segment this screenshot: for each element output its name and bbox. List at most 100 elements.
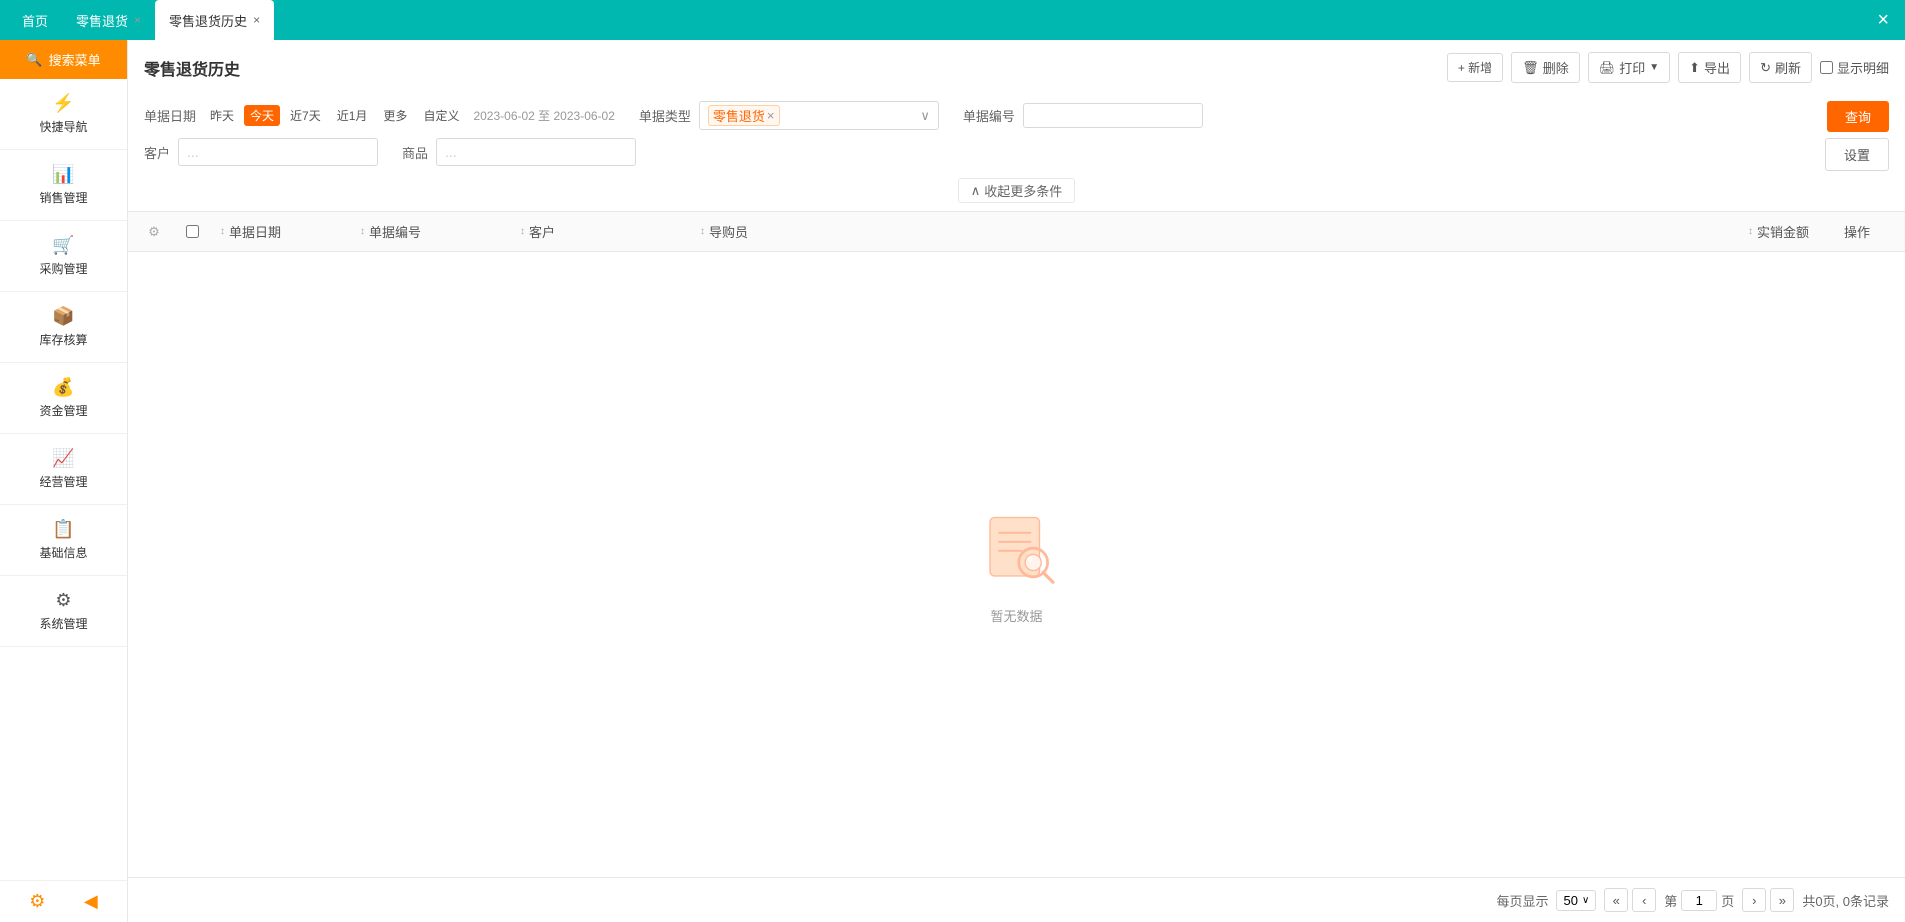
finance-icon: 💰	[52, 377, 74, 398]
doc-num-input[interactable]	[1023, 103, 1203, 128]
date-btn-custom[interactable]: 自定义	[417, 105, 465, 126]
select-all-checkbox[interactable]	[186, 225, 199, 238]
sidebar-item-label: 采购管理	[39, 260, 87, 277]
sort-icon: ↕	[360, 226, 365, 237]
sidebar-item-operation[interactable]: 📈 经营管理	[0, 434, 127, 505]
goods-input[interactable]: ...	[436, 138, 636, 166]
close-tab-retail-return-history[interactable]: ×	[253, 13, 260, 27]
collapse-icon: ∧	[971, 183, 981, 199]
sidebar-item-purchase[interactable]: 🛒 采购管理	[0, 221, 127, 292]
page-header: 零售退货历史 + 新增 🗑 删除 🖨 打印 ▼ ⬆ 导出	[128, 40, 1905, 212]
date-range: 2023-06-02 至 2023-06-02	[473, 107, 614, 124]
sidebar-item-basic-info[interactable]: 📋 基础信息	[0, 505, 127, 576]
goods-label: 商品	[402, 143, 428, 162]
col-date-label: 单据日期	[229, 222, 281, 241]
sidebar-item-finance[interactable]: 💰 资金管理	[0, 363, 127, 434]
collapse-sidebar-icon[interactable]: ◀	[84, 891, 98, 912]
tab-retail-return[interactable]: 零售退货 ×	[62, 0, 155, 40]
main-layout: 🔍 搜索菜单 ⚡ 快捷导航 📊 销售管理 🛒 采购管理 📦 库存核算 💰 资金管…	[0, 40, 1905, 922]
collapse-bar[interactable]: ∧ 收起更多条件	[144, 174, 1889, 211]
doc-num-filter-group: 单据编号	[963, 103, 1203, 128]
sidebar-item-label: 经营管理	[39, 473, 87, 490]
sidebar-item-label: 库存核算	[39, 331, 87, 348]
query-button[interactable]: 查询	[1827, 101, 1889, 132]
top-bar: 首页 零售退货 × 零售退货历史 × ×	[0, 0, 1905, 40]
sidebar-bottom: ⚙ ◀	[0, 880, 127, 922]
export-button[interactable]: ⬆ 导出	[1678, 52, 1741, 83]
refresh-icon: ↻	[1760, 60, 1771, 76]
print-button[interactable]: 🖨 打印 ▼	[1588, 52, 1670, 83]
column-settings-icon[interactable]: ⚙	[148, 224, 160, 240]
close-tab-retail-return[interactable]: ×	[134, 13, 141, 27]
date-btn-1month[interactable]: 近1月	[331, 105, 374, 126]
new-button[interactable]: + 新增	[1447, 53, 1503, 82]
doc-type-label: 单据类型	[639, 106, 691, 125]
col-settings: ⚙	[136, 224, 172, 240]
page-nav: « ‹	[1604, 888, 1656, 912]
date-btn-7days[interactable]: 近7天	[284, 105, 327, 126]
sidebar-item-inventory[interactable]: 📦 库存核算	[0, 292, 127, 363]
sidebar-item-label: 销售管理	[39, 189, 87, 206]
last-page-button[interactable]: »	[1770, 888, 1794, 912]
table-area: ⚙ ↕ 单据日期 ↕ 单据编号 ↕ 客户 ↕	[128, 212, 1905, 922]
doc-type-tag-close[interactable]: ×	[767, 108, 775, 123]
refresh-button[interactable]: ↻ 刷新	[1749, 52, 1812, 83]
sidebar-item-sales[interactable]: 📊 销售管理	[0, 150, 127, 221]
sidebar-search[interactable]: 🔍 搜索菜单	[0, 40, 127, 79]
date-btn-more[interactable]: 更多	[377, 105, 413, 126]
sort-icon: ↕	[1748, 226, 1753, 237]
col-customer-label: 客户	[529, 222, 555, 241]
total-info: 共0页, 0条记录	[1802, 891, 1889, 910]
sidebar-item-label: 资金管理	[39, 402, 87, 419]
date-btn-yesterday[interactable]: 昨天	[204, 105, 240, 126]
basic-info-icon: 📋	[52, 519, 74, 540]
page-nav-next: › »	[1742, 888, 1794, 912]
col-doc-num-label: 单据编号	[369, 222, 421, 241]
per-page-value: 50	[1563, 893, 1577, 908]
sort-icon: ↕	[700, 226, 705, 237]
date-btn-today[interactable]: 今天	[244, 105, 280, 126]
print-dropdown-icon: ▼	[1649, 62, 1659, 73]
goods-filter-group: 商品 ...	[402, 138, 636, 166]
content-area: 零售退货历史 + 新增 🗑 删除 🖨 打印 ▼ ⬆ 导出	[128, 40, 1905, 922]
window-close-button[interactable]: ×	[1869, 9, 1897, 32]
filter-area: 单据日期 昨天 今天 近7天 近1月 更多 自定义 2023-06-02 至 2…	[144, 93, 1889, 211]
date-filters: 昨天 今天 近7天 近1月 更多 自定义 2023-06-02 至 2023-0…	[204, 105, 615, 126]
next-page-button[interactable]: ›	[1742, 888, 1766, 912]
operation-icon: 📈	[52, 448, 74, 469]
pagination-bar: 每页显示 50 ∨ « ‹ 第 页 › » 共0页, 0条	[128, 877, 1905, 922]
filter-settings-button[interactable]: 设置	[1825, 138, 1889, 171]
date-label: 单据日期	[144, 106, 196, 125]
inventory-icon: 📦	[52, 306, 74, 327]
delete-button[interactable]: 🗑 删除	[1511, 52, 1580, 83]
export-icon: ⬆	[1689, 60, 1700, 76]
tab-home[interactable]: 首页	[8, 0, 62, 40]
sidebar-item-quick-nav[interactable]: ⚡ 快捷导航	[0, 79, 127, 150]
col-op: 操作	[1817, 222, 1897, 241]
sidebar-item-label: 快捷导航	[39, 118, 87, 135]
per-page-label: 每页显示	[1496, 891, 1548, 910]
collapse-button[interactable]: ∧ 收起更多条件	[958, 178, 1076, 203]
doc-type-tag: 零售退货 ×	[708, 105, 780, 126]
purchase-icon: 🛒	[52, 235, 74, 256]
page-title: 零售退货历史	[144, 56, 240, 80]
show-detail-checkbox[interactable]	[1820, 61, 1833, 74]
delete-icon: 🗑	[1522, 60, 1539, 76]
page-label: 第	[1664, 891, 1677, 910]
page-title-row: 零售退货历史 + 新增 🗑 删除 🖨 打印 ▼ ⬆ 导出	[144, 52, 1889, 83]
col-guide: ↕ 导购员	[692, 222, 842, 241]
customer-input[interactable]: ...	[178, 138, 378, 166]
prev-page-button[interactable]: ‹	[1632, 888, 1656, 912]
first-page-button[interactable]: «	[1604, 888, 1628, 912]
show-detail-checkbox-label[interactable]: 显示明细	[1820, 58, 1889, 77]
per-page-select[interactable]: 50 ∨	[1556, 890, 1596, 911]
sort-icon: ↕	[220, 226, 225, 237]
page-number-input[interactable]	[1681, 890, 1717, 911]
col-op-label: 操作	[1844, 222, 1870, 241]
sidebar-item-system[interactable]: ⚙ 系统管理	[0, 576, 127, 647]
toolbar: + 新增 🗑 删除 🖨 打印 ▼ ⬆ 导出 ↻	[1447, 52, 1889, 83]
doc-type-select[interactable]: 零售退货 × ∨	[699, 101, 939, 130]
doc-num-label: 单据编号	[963, 106, 1015, 125]
tab-retail-return-history[interactable]: 零售退货历史 ×	[155, 0, 274, 40]
settings-bottom-icon[interactable]: ⚙	[29, 891, 45, 912]
